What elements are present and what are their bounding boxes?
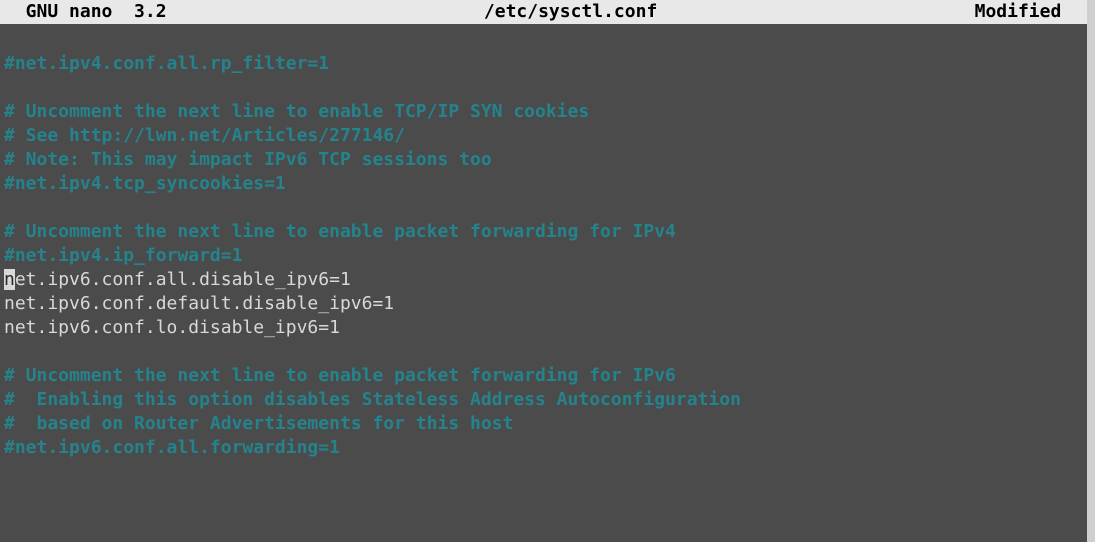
editor-line[interactable]: net.ipv6.conf.all.disable_ipv6=1 (4, 268, 1083, 292)
editor-line[interactable]: #net.ipv4.conf.all.rp_filter=1 (4, 52, 1083, 76)
editor-line[interactable] (4, 28, 1083, 52)
editor-line[interactable] (4, 196, 1083, 220)
editor-line[interactable]: #net.ipv4.ip_forward=1 (4, 244, 1083, 268)
editor-line[interactable]: net.ipv6.conf.lo.disable_ipv6=1 (4, 316, 1083, 340)
nano-titlebar: GNU nano 3.2 /etc/sysctl.conf Modified (0, 0, 1087, 24)
scrollbar[interactable] (1087, 0, 1095, 542)
text-cursor: n (4, 269, 15, 290)
editor-line[interactable]: # Note: This may impact IPv6 TCP session… (4, 148, 1083, 172)
editor-line[interactable]: # Uncomment the next line to enable TCP/… (4, 100, 1083, 124)
editor-line[interactable]: # See http://lwn.net/Articles/277146/ (4, 124, 1083, 148)
editor-line[interactable]: net.ipv6.conf.default.disable_ipv6=1 (4, 292, 1083, 316)
nano-file-path: /etc/sysctl.conf (167, 0, 975, 24)
editor-line[interactable]: # Uncomment the next line to enable pack… (4, 220, 1083, 244)
editor-line[interactable]: #net.ipv4.tcp_syncookies=1 (4, 172, 1083, 196)
nano-version-label: GNU nano 3.2 (4, 0, 167, 24)
editor-line[interactable] (4, 460, 1083, 484)
editor-line[interactable]: # Uncomment the next line to enable pack… (4, 364, 1083, 388)
nano-modified-status: Modified (975, 0, 1083, 24)
editor-line[interactable] (4, 340, 1083, 364)
editor-area[interactable]: #net.ipv4.conf.all.rp_filter=1 # Uncomme… (0, 24, 1087, 508)
editor-line[interactable]: #net.ipv6.conf.all.forwarding=1 (4, 436, 1083, 460)
terminal-window: GNU nano 3.2 /etc/sysctl.conf Modified #… (0, 0, 1087, 542)
editor-line[interactable] (4, 484, 1083, 508)
editor-line[interactable]: # Enabling this option disables Stateles… (4, 388, 1083, 412)
editor-line[interactable]: # based on Router Advertisements for thi… (4, 412, 1083, 436)
editor-line[interactable] (4, 76, 1083, 100)
